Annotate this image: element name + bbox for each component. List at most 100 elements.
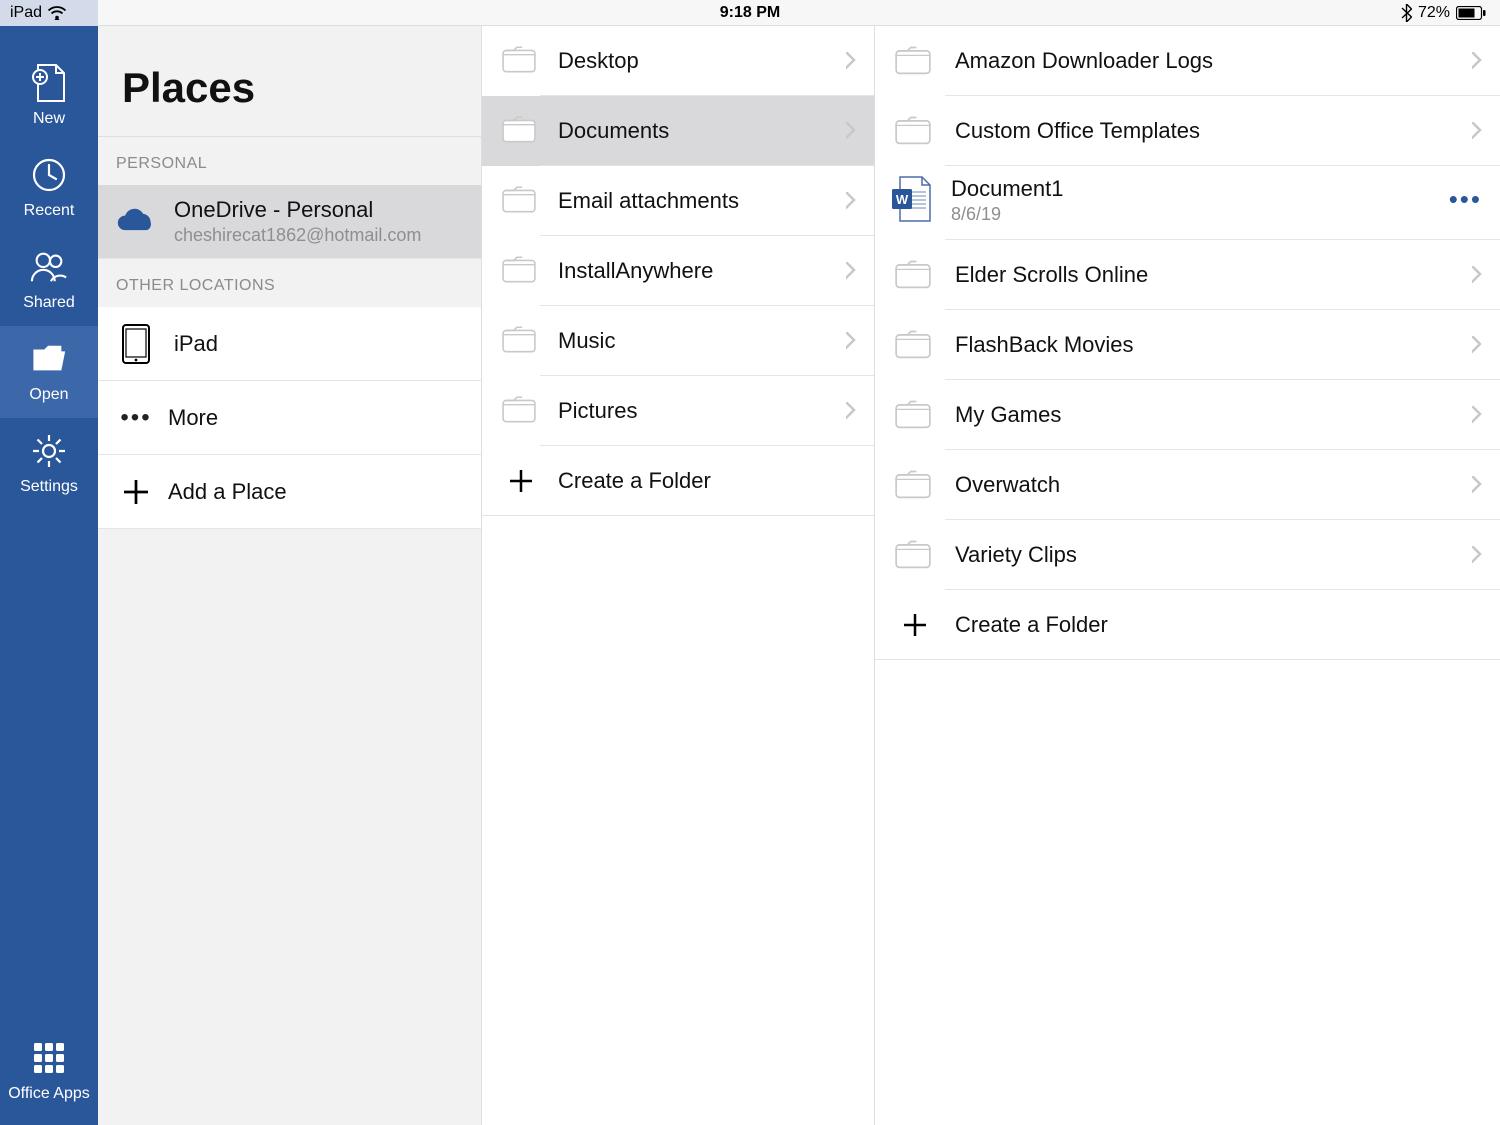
- sidebar-item-new[interactable]: New: [0, 50, 98, 142]
- sidebar-item-recent[interactable]: Recent: [0, 142, 98, 234]
- people-icon: [30, 248, 68, 286]
- section-header-other: OTHER LOCATIONS: [98, 259, 481, 307]
- clock-icon: [30, 156, 68, 194]
- folder-name: Overwatch: [955, 472, 1472, 498]
- more-dots-icon: •••: [116, 404, 156, 432]
- chevron-right-icon: [1472, 266, 1482, 284]
- status-bar: iPad 9:18 PM 72%: [0, 0, 1500, 26]
- folder-icon: [502, 46, 540, 76]
- chevron-right-icon: [1472, 406, 1482, 424]
- create-folder-button[interactable]: Create a Folder: [482, 446, 874, 516]
- folder-name: Variety Clips: [955, 542, 1472, 568]
- folder-name: InstallAnywhere: [558, 258, 846, 284]
- document-date: 8/6/19: [951, 204, 1449, 225]
- place-name: OneDrive - Personal: [174, 197, 421, 223]
- places-column: Places PERSONAL OneDrive - Personal ches…: [98, 26, 482, 1125]
- chevron-right-icon: [846, 122, 856, 140]
- sidebar-item-shared[interactable]: Shared: [0, 234, 98, 326]
- section-header-personal: PERSONAL: [98, 137, 481, 185]
- sidebar: New Recent Shared Open Settings: [0, 26, 98, 1125]
- folder-icon: [895, 116, 935, 146]
- folder-name: Email attachments: [558, 188, 846, 214]
- sidebar-label: Open: [29, 386, 68, 404]
- sidebar-label: Recent: [24, 202, 75, 220]
- create-folder-label: Create a Folder: [558, 468, 856, 494]
- chevron-right-icon: [1472, 336, 1482, 354]
- more-actions-button[interactable]: •••: [1449, 166, 1482, 215]
- folder-icon: [502, 256, 540, 286]
- folder-row[interactable]: Custom Office Templates: [875, 96, 1500, 166]
- sidebar-label: Settings: [20, 478, 78, 496]
- folder-name: Desktop: [558, 48, 846, 74]
- folder-row[interactable]: Email attachments: [482, 166, 874, 236]
- folder-name: My Games: [955, 402, 1472, 428]
- chevron-right-icon: [846, 192, 856, 210]
- folder-icon: [895, 330, 935, 360]
- open-folder-icon: [30, 340, 68, 378]
- page-title: Places: [98, 26, 481, 137]
- place-name: Add a Place: [168, 479, 287, 505]
- place-name: More: [168, 405, 218, 431]
- folder-row[interactable]: Desktop: [482, 26, 874, 96]
- chevron-right-icon: [1472, 476, 1482, 494]
- folder-icon: [895, 260, 935, 290]
- chevron-right-icon: [846, 262, 856, 280]
- place-email: cheshirecat1862@hotmail.com: [174, 225, 421, 246]
- folder-row[interactable]: FlashBack Movies: [875, 310, 1500, 380]
- word-doc-icon: W: [891, 176, 935, 220]
- place-name: iPad: [174, 331, 218, 357]
- folder-row[interactable]: Elder Scrolls Online: [875, 240, 1500, 310]
- folder-icon: [895, 470, 935, 500]
- folder-icon: [895, 46, 935, 76]
- sidebar-label: Office Apps: [8, 1085, 90, 1103]
- folder-name: Elder Scrolls Online: [955, 262, 1472, 288]
- folder-row[interactable]: InstallAnywhere: [482, 236, 874, 306]
- ipad-icon: [116, 324, 156, 364]
- folder-column-1: Desktop Documents Email attachments Inst…: [482, 26, 875, 1125]
- folder-row[interactable]: Variety Clips: [875, 520, 1500, 590]
- chevron-right-icon: [846, 332, 856, 350]
- chevron-right-icon: [1472, 122, 1482, 140]
- folder-icon: [502, 396, 540, 426]
- document-name: Document1: [951, 176, 1449, 202]
- folder-row[interactable]: Documents: [482, 96, 874, 166]
- carrier-label: iPad: [10, 4, 42, 22]
- bluetooth-icon: [1401, 4, 1412, 22]
- new-doc-icon: [30, 64, 68, 102]
- folder-icon: [502, 326, 540, 356]
- place-more[interactable]: ••• More: [98, 381, 481, 455]
- folder-row[interactable]: Music: [482, 306, 874, 376]
- chevron-right-icon: [1472, 546, 1482, 564]
- folder-row[interactable]: Overwatch: [875, 450, 1500, 520]
- folder-column-2: Amazon Downloader Logs Custom Office Tem…: [875, 26, 1500, 1125]
- chevron-right-icon: [846, 52, 856, 70]
- sidebar-label: Shared: [23, 294, 75, 312]
- battery-icon: [1456, 6, 1486, 20]
- chevron-right-icon: [846, 402, 856, 420]
- sidebar-item-office-apps[interactable]: Office Apps: [0, 1025, 98, 1125]
- folder-row[interactable]: My Games: [875, 380, 1500, 450]
- onedrive-icon: [116, 202, 156, 242]
- sidebar-item-settings[interactable]: Settings: [0, 418, 98, 510]
- folder-name: Custom Office Templates: [955, 118, 1472, 144]
- apps-grid-icon: [30, 1039, 68, 1077]
- document-row[interactable]: W Document1 8/6/19 •••: [875, 166, 1500, 240]
- folder-row[interactable]: Pictures: [482, 376, 874, 446]
- svg-text:W: W: [896, 192, 909, 207]
- place-ipad[interactable]: iPad: [98, 307, 481, 381]
- create-folder-label: Create a Folder: [955, 612, 1482, 638]
- create-folder-button[interactable]: Create a Folder: [875, 590, 1500, 660]
- sidebar-item-open[interactable]: Open: [0, 326, 98, 418]
- gear-icon: [30, 432, 68, 470]
- place-add[interactable]: Add a Place: [98, 455, 481, 529]
- place-onedrive[interactable]: OneDrive - Personal cheshirecat1862@hotm…: [98, 185, 481, 259]
- plus-icon: [116, 480, 156, 504]
- folder-row[interactable]: Amazon Downloader Logs: [875, 26, 1500, 96]
- folder-icon: [502, 116, 540, 146]
- folder-name: Pictures: [558, 398, 846, 424]
- battery-percent: 72%: [1418, 4, 1450, 22]
- folder-icon: [502, 186, 540, 216]
- folder-name: Documents: [558, 118, 846, 144]
- folder-icon: [895, 400, 935, 430]
- chevron-right-icon: [1472, 52, 1482, 70]
